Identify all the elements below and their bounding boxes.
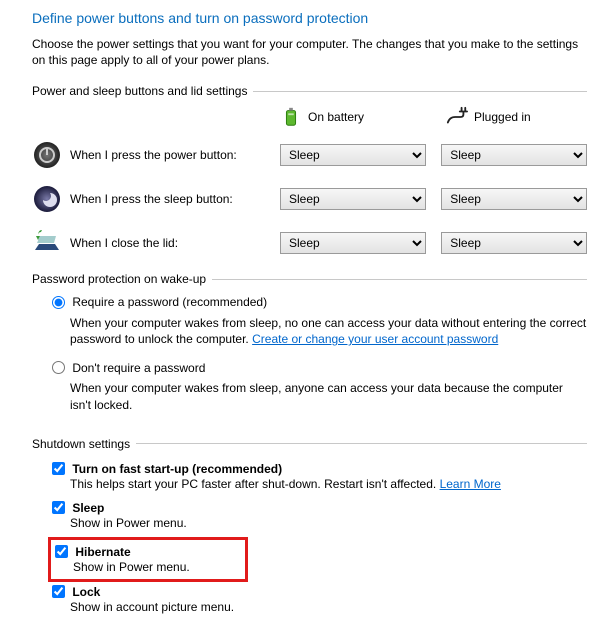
hibernate-checkbox[interactable] [55,545,68,558]
learn-more-link[interactable]: Learn More [440,477,501,491]
power-button-plugged-select[interactable]: Sleep [441,144,587,166]
sleep-checkbox[interactable] [52,501,65,514]
sleep-desc: Show in Power menu. [70,515,587,531]
lid-close-plugged-select[interactable]: Sleep [441,232,587,254]
col-battery-label: On battery [308,110,364,124]
hibernate-desc: Show in Power menu. [73,559,239,575]
lock-checkbox[interactable] [52,585,65,598]
lock-desc: Show in account picture menu. [70,599,587,615]
power-button-battery-select[interactable]: Sleep [280,144,426,166]
no-password-desc: When your computer wakes from sleep, any… [70,380,587,412]
lid-close-battery-select[interactable]: Sleep [280,232,426,254]
no-password-label: Don't require a password [72,360,205,374]
fast-startup-label: Turn on fast start-up (recommended) [72,462,282,476]
require-password-radio[interactable] [52,296,65,309]
no-password-radio[interactable] [52,361,65,374]
col-plugged-label: Plugged in [474,110,531,124]
section-power-legend: Power and sleep buttons and lid settings [32,84,587,98]
section-shutdown-legend: Shutdown settings [32,437,587,451]
highlight-box: Hibernate Show in Power menu. [48,537,248,582]
sleep-button-label: When I press the sleep button: [70,192,280,206]
create-password-link[interactable]: Create or change your user account passw… [252,332,498,346]
lock-label: Lock [72,585,100,599]
sleep-label: Sleep [72,501,104,515]
require-password-desc: When your computer wakes from sleep, no … [70,315,587,347]
lid-close-icon [32,228,62,258]
hibernate-label: Hibernate [75,545,130,559]
page-title: Define power buttons and turn on passwor… [32,10,587,26]
battery-icon [280,106,302,128]
sleep-button-icon [32,184,62,214]
require-password-label: Require a password (recommended) [72,295,267,309]
section-password-legend: Password protection on wake-up [32,272,587,286]
fast-startup-desc: This helps start your PC faster after sh… [70,476,587,492]
page-description: Choose the power settings that you want … [32,36,587,68]
sleep-button-battery-select[interactable]: Sleep [280,188,426,210]
power-button-label: When I press the power button: [70,148,280,162]
power-button-icon [32,140,62,170]
fast-startup-checkbox[interactable] [52,462,65,475]
sleep-button-plugged-select[interactable]: Sleep [441,188,587,210]
plug-icon [446,106,468,128]
lid-close-label: When I close the lid: [70,236,280,250]
